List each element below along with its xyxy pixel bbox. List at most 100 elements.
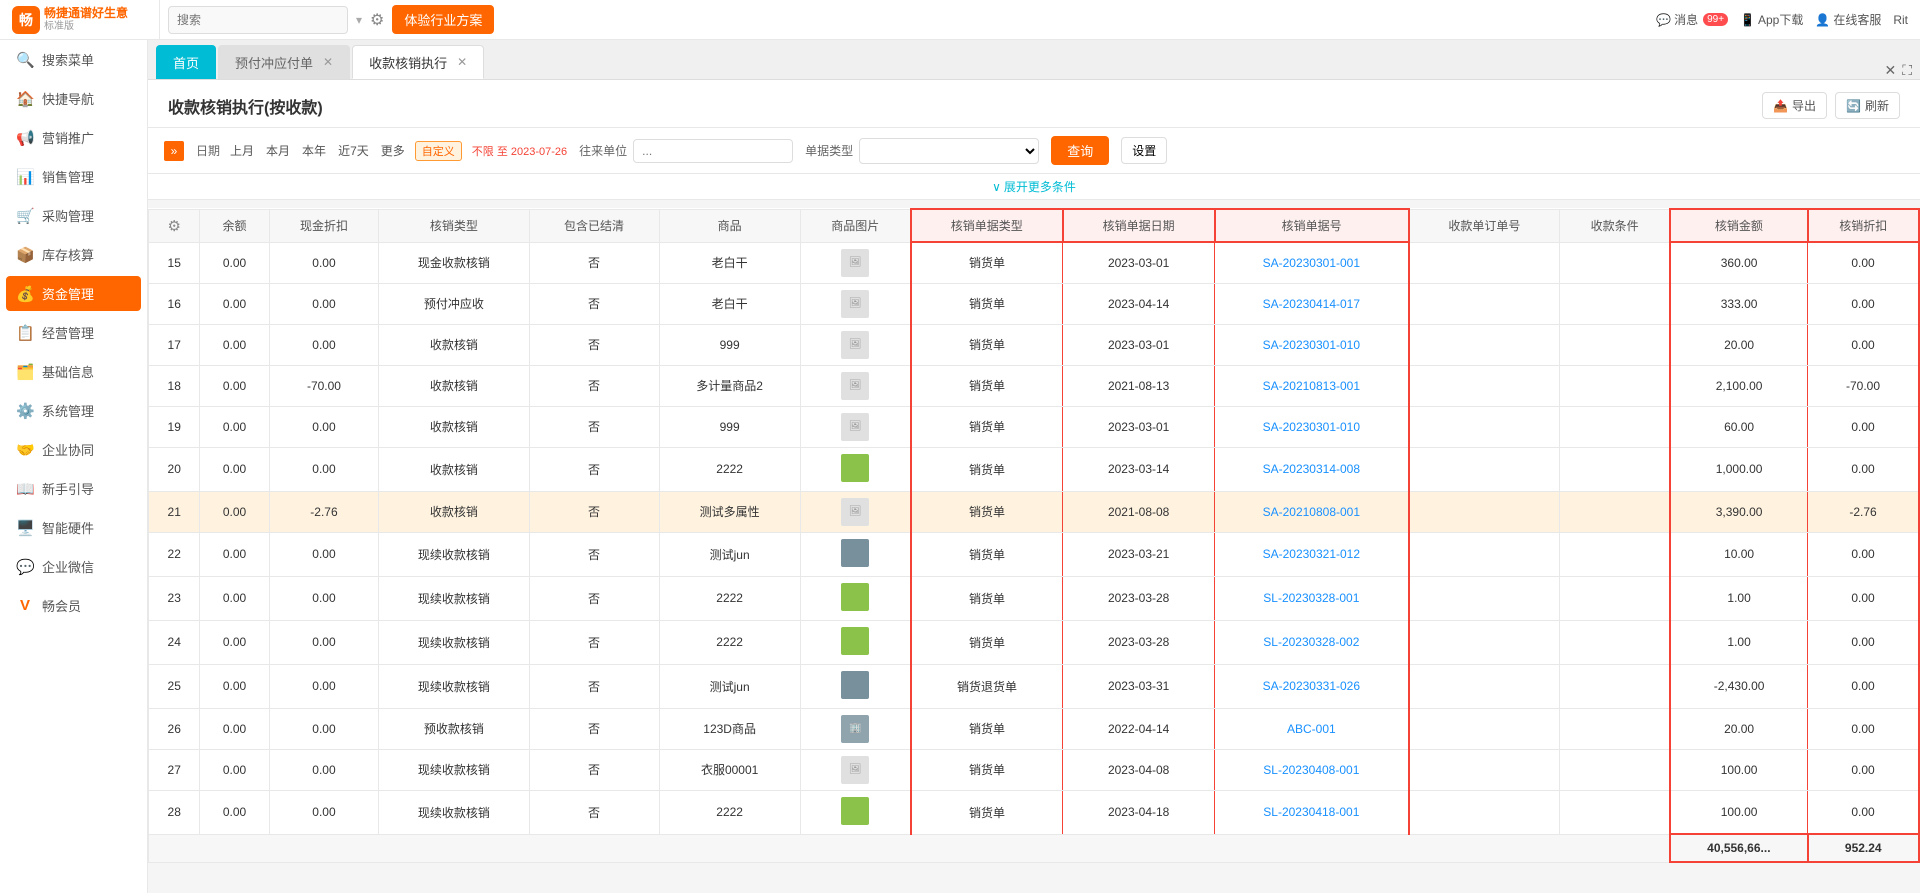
sidebar-item-purchase[interactable]: 🛒 采购管理 (0, 196, 147, 235)
industry-btn[interactable]: 体验行业方案 (392, 5, 494, 34)
cell-goods-img: 🖼 (800, 491, 911, 532)
sidebar-item-system[interactable]: ⚙️ 系统管理 (0, 391, 147, 430)
sidebar-item-hardware[interactable]: 🖥️ 智能硬件 (0, 508, 147, 547)
date-last-month[interactable]: 上月 (226, 140, 258, 161)
table-area[interactable]: ⚙ 余额 现金折扣 核销类型 包含已结清 商品 商品图片 核销单据类型 核销单据… (148, 200, 1920, 893)
voucher-type-select[interactable] (859, 138, 1039, 164)
cell-settled: 否 (529, 365, 659, 406)
tab-home[interactable]: 首页 (156, 45, 216, 79)
table-settings-icon[interactable]: ⚙ (167, 218, 180, 235)
collection-tab-close[interactable]: ✕ (457, 55, 467, 69)
app-layout: 🔍 搜索菜单 🏠 快捷导航 📢 营销推广 📊 销售管理 🛒 采购管理 📦 库存核… (0, 40, 1920, 893)
cell-type: 收款核销 (379, 447, 529, 491)
gear-icon[interactable]: ⚙ (370, 10, 384, 30)
sidebar-item-enterprise[interactable]: 🤝 企业协同 (0, 430, 147, 469)
close-all-icon[interactable]: ✕ (1884, 62, 1896, 79)
expand-more-btn[interactable]: ∨ 展开更多条件 (992, 178, 1076, 195)
sidebar-item-inventory[interactable]: 📦 库存核算 (0, 235, 147, 274)
cell-balance: 0.00 (200, 664, 269, 708)
tab-collection[interactable]: 收款核销执行 ✕ (352, 45, 484, 79)
table-row: 19 0.00 0.00 收款核销 否 999 🖼 销货单 2023-03-01… (149, 406, 1920, 447)
date-this-year[interactable]: 本年 (298, 140, 330, 161)
top-actions: 💬 消息 99+ 📱 App下载 👤 在线客服 Rit (1656, 11, 1908, 28)
export-btn[interactable]: 📤 导出 (1762, 92, 1827, 119)
tab-prepay[interactable]: 预付冲应付单 ✕ (218, 45, 350, 79)
verify-no-link[interactable]: SA-20210813-001 (1263, 379, 1360, 393)
verify-no-link[interactable]: SA-20230331-026 (1263, 679, 1360, 693)
cell-cash-discount: 0.00 (269, 324, 379, 365)
finance-icon: 💰 (16, 285, 34, 303)
sidebar-label-quick-nav: 快捷导航 (42, 89, 94, 108)
cell-receipt-no (1409, 491, 1560, 532)
maximize-icon[interactable]: ⛶ (1902, 62, 1912, 79)
sidebar-item-quick-nav[interactable]: 🏠 快捷导航 (0, 79, 147, 118)
sidebar-label-wechat: 企业微信 (42, 557, 94, 576)
query-btn[interactable]: 查询 (1051, 136, 1109, 165)
cell-type: 现续收款核销 (379, 790, 529, 834)
cell-settled: 否 (529, 447, 659, 491)
sidebar-item-marketing[interactable]: 📢 营销推广 (0, 118, 147, 157)
verify-no-link[interactable]: SA-20230314-008 (1263, 462, 1360, 476)
user-name[interactable]: Rit (1893, 13, 1908, 27)
prepay-tab-close[interactable]: ✕ (323, 55, 333, 69)
cell-settled: 否 (529, 532, 659, 576)
top-search-area: ▾ ⚙ 体验行业方案 (168, 5, 1648, 34)
verify-no-link[interactable]: SA-20230301-001 (1263, 256, 1360, 270)
verify-no-link[interactable]: ABC-001 (1287, 722, 1336, 736)
search-input[interactable] (168, 6, 348, 34)
verify-no-link[interactable]: SA-20230321-012 (1263, 547, 1360, 561)
export-icon: 📤 (1773, 99, 1788, 113)
verify-no-link[interactable]: SA-20230301-010 (1263, 420, 1360, 434)
verify-no-link[interactable]: SL-20230408-001 (1263, 763, 1359, 777)
sidebar-label-basic-info: 基础信息 (42, 362, 94, 381)
app-download-btn[interactable]: 📱 App下载 (1740, 11, 1803, 28)
cell-cash-discount: 0.00 (269, 749, 379, 790)
cell-verify-discount: 0.00 (1808, 283, 1919, 324)
sidebar-item-sales[interactable]: 📊 销售管理 (0, 157, 147, 196)
verify-no-link[interactable]: SA-20230301-010 (1263, 338, 1360, 352)
cell-goods-img: 🖼 (800, 365, 911, 406)
date-this-month[interactable]: 本月 (262, 140, 294, 161)
cell-idx: 28 (149, 790, 200, 834)
operations-icon: 📋 (16, 324, 34, 342)
sidebar-item-wechat[interactable]: 💬 企业微信 (0, 547, 147, 586)
goods-image (841, 671, 869, 699)
sidebar-item-finance[interactable]: 💰 资金管理 (6, 276, 141, 311)
cell-verify-type: 销货单 (911, 365, 1063, 406)
cell-goods: 老白干 (659, 283, 800, 324)
messages-btn[interactable]: 💬 消息 99+ (1656, 11, 1728, 28)
sidebar-item-basic-info[interactable]: 🗂️ 基础信息 (0, 352, 147, 391)
cell-balance: 0.00 (200, 283, 269, 324)
verify-no-link[interactable]: SA-20210808-001 (1263, 505, 1360, 519)
filter-expand-btn[interactable]: » (164, 141, 184, 161)
cell-verify-type: 销货单 (911, 447, 1063, 491)
cell-goods: 测试多属性 (659, 491, 800, 532)
goods-image: 🏢 (841, 715, 869, 743)
refresh-btn[interactable]: 🔄 刷新 (1835, 92, 1900, 119)
cell-verify-amount: 20.00 (1670, 324, 1807, 365)
cell-goods-img: 🖼 (800, 242, 911, 283)
cell-settled: 否 (529, 406, 659, 447)
verify-no-link[interactable]: SL-20230328-002 (1263, 635, 1359, 649)
sidebar-item-guide[interactable]: 📖 新手引导 (0, 469, 147, 508)
partner-input[interactable] (633, 139, 793, 163)
th-idx[interactable]: ⚙ (149, 209, 200, 242)
verify-no-link[interactable]: SA-20230414-017 (1263, 297, 1360, 311)
sidebar-item-operations[interactable]: 📋 经营管理 (0, 313, 147, 352)
verify-no-link[interactable]: SL-20230328-001 (1263, 591, 1359, 605)
cell-verify-no: SA-20230321-012 (1215, 532, 1409, 576)
sidebar-item-member[interactable]: V 畅会员 (0, 586, 147, 625)
cell-receipt-cond (1560, 447, 1671, 491)
verify-no-link[interactable]: SL-20230418-001 (1263, 805, 1359, 819)
filter-settings-btn[interactable]: 设置 (1121, 137, 1167, 164)
sidebar-item-search-menu[interactable]: 🔍 搜索菜单 (0, 40, 147, 79)
online-service-btn[interactable]: 👤 在线客服 (1815, 11, 1881, 28)
collection-tab-label: 收款核销执行 (369, 53, 447, 72)
date-custom-btn[interactable]: 自定义 (415, 141, 462, 161)
cell-balance: 0.00 (200, 749, 269, 790)
date-7days[interactable]: 近7天 (334, 140, 373, 161)
cell-goods-img (800, 447, 911, 491)
logo-text: 畅捷通谱好生意 (44, 6, 128, 20)
date-more[interactable]: 更多 (377, 140, 409, 161)
table-row: 16 0.00 0.00 预付冲应收 否 老白干 🖼 销货单 2023-04-1… (149, 283, 1920, 324)
